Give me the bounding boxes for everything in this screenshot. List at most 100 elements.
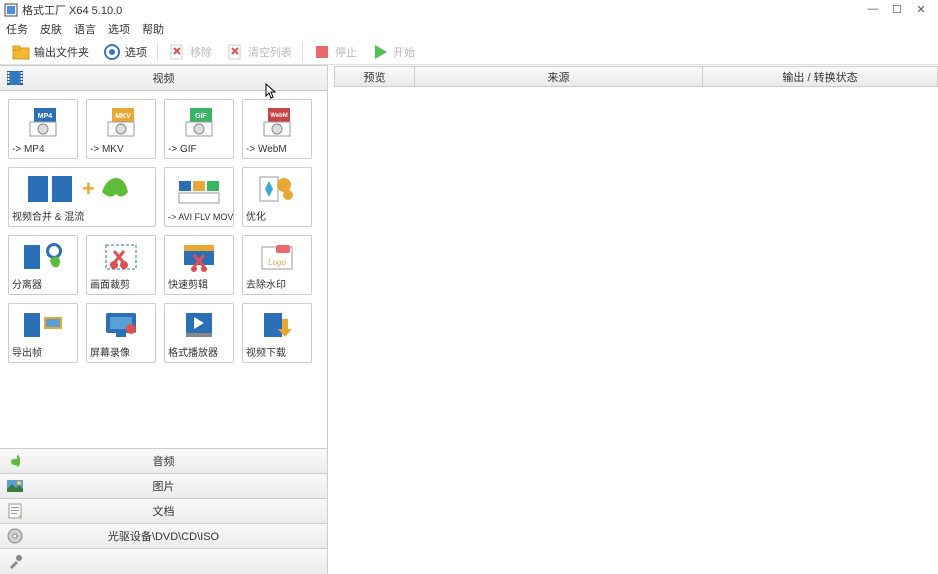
close-button[interactable]: ✕: [914, 3, 928, 16]
task-list[interactable]: [334, 87, 938, 574]
accordion-video-label: 视频: [153, 70, 175, 86]
video-download-label: 视频下载: [246, 342, 286, 359]
format-player-icon: [168, 307, 230, 342]
mp4-label: -> MP4: [12, 142, 45, 155]
start-button[interactable]: 开始: [365, 41, 421, 63]
splitter-label: 分离器: [12, 274, 42, 291]
accordion-more[interactable]: [0, 548, 327, 574]
video-icon: [6, 69, 24, 87]
item-mkv[interactable]: MKV -> MKV: [86, 99, 156, 159]
crop-label: 画面裁剪: [90, 274, 130, 291]
list-header: 预览 来源 输出 / 转换状态: [334, 66, 938, 87]
accordion-video[interactable]: 视频: [0, 65, 327, 91]
item-crop[interactable]: 画面裁剪: [86, 235, 156, 295]
disc-icon: [6, 527, 24, 545]
tools-icon: [6, 553, 24, 571]
item-splitter[interactable]: 分离器: [8, 235, 78, 295]
export-frame-label: 导出帧: [12, 342, 42, 359]
item-mp4[interactable]: MP4 -> MP4: [8, 99, 78, 159]
col-source[interactable]: 来源: [415, 67, 703, 86]
stop-icon: [313, 43, 331, 61]
item-gif[interactable]: GIF -> GIF: [164, 99, 234, 159]
options-button[interactable]: 选项: [97, 41, 153, 63]
svg-text:+: +: [82, 176, 95, 201]
menu-skin[interactable]: 皮肤: [40, 21, 62, 37]
screen-record-label: 屏幕录像: [90, 342, 130, 359]
optimize-label: 优化: [246, 206, 266, 223]
export-frame-icon: [12, 307, 74, 342]
remove-watermark-label: 去除水印: [246, 274, 286, 291]
menu-help[interactable]: 帮助: [142, 21, 164, 37]
fast-clip-label: 快速剪辑: [168, 274, 208, 291]
svg-text:GIF: GIF: [195, 113, 207, 120]
item-video-download[interactable]: 视频下载: [242, 303, 312, 363]
crop-icon: [90, 239, 152, 274]
splitter-icon: [12, 239, 74, 274]
mp4-icon: MP4: [12, 103, 74, 142]
toolbar-separator: [302, 42, 303, 62]
screen-record-icon: [90, 307, 152, 342]
menu-options[interactable]: 选项: [108, 21, 130, 37]
video-grid: MP4 -> MP4 MKV -> MKV GIF -> GIF WebM ->…: [0, 91, 327, 449]
join-mux-label: 视频合并 & 混流: [12, 206, 84, 223]
col-preview[interactable]: 预览: [335, 67, 415, 86]
options-label: 选项: [125, 44, 147, 60]
svg-text:MP4: MP4: [38, 113, 53, 120]
item-format-player[interactable]: 格式播放器: [164, 303, 234, 363]
toolbar: 输出文件夹 选项 移除 清空列表 停止 开始: [0, 39, 938, 65]
accordion-document[interactable]: 文档: [0, 498, 327, 524]
window-title: 格式工厂 X64 5.10.0: [22, 2, 122, 18]
main-area: 视频 MP4 -> MP4 MKV -> MKV GIF -> GIF WebM…: [0, 65, 938, 574]
mkv-icon: MKV: [90, 103, 152, 142]
svg-text:MKV: MKV: [115, 113, 131, 120]
remove-watermark-icon: Logo: [246, 239, 308, 274]
svg-text:WebM: WebM: [270, 113, 288, 119]
video-download-icon: [246, 307, 308, 342]
right-panel: 预览 来源 输出 / 转换状态: [328, 65, 938, 574]
item-avi-flv-mov[interactable]: -> AVI FLV MOV Etc...: [164, 167, 234, 227]
output-folder-button[interactable]: 输出文件夹: [6, 41, 95, 63]
gif-label: -> GIF: [168, 142, 197, 155]
gif-icon: GIF: [168, 103, 230, 142]
item-screen-record[interactable]: 屏幕录像: [86, 303, 156, 363]
audio-icon: [6, 452, 24, 470]
accordion-audio[interactable]: 音频: [0, 448, 327, 474]
accordion-document-label: 文档: [153, 503, 175, 519]
item-optimize[interactable]: 优化: [242, 167, 312, 227]
document-icon: [6, 502, 24, 520]
menubar: 任务 皮肤 语言 选项 帮助: [0, 19, 938, 39]
accordion-picture[interactable]: 图片: [0, 473, 327, 499]
left-panel: 视频 MP4 -> MP4 MKV -> MKV GIF -> GIF WebM…: [0, 65, 328, 574]
app-icon: [4, 3, 18, 17]
clear-icon: [226, 43, 244, 61]
gear-icon: [103, 43, 121, 61]
webm-label: -> WebM: [246, 142, 287, 155]
menu-language[interactable]: 语言: [74, 21, 96, 37]
item-join-mux[interactable]: + 视频合并 & 混流: [8, 167, 156, 227]
start-label: 开始: [393, 44, 415, 60]
remove-button[interactable]: 移除: [162, 41, 218, 63]
menu-task[interactable]: 任务: [6, 21, 28, 37]
stop-button[interactable]: 停止: [307, 41, 363, 63]
join-mux-icon: +: [12, 171, 152, 206]
item-webm[interactable]: WebM -> WebM: [242, 99, 312, 159]
accordion-rom-label: 光驱设备\DVD\CD\ISO: [108, 528, 219, 544]
minimize-button[interactable]: —: [866, 3, 880, 16]
item-export-frame[interactable]: 导出帧: [8, 303, 78, 363]
accordion-audio-label: 音频: [153, 453, 175, 469]
webm-icon: WebM: [246, 103, 308, 142]
item-remove-watermark[interactable]: Logo 去除水印: [242, 235, 312, 295]
fast-clip-icon: [168, 239, 230, 274]
accordion-rom[interactable]: 光驱设备\DVD\CD\ISO: [0, 523, 327, 549]
accordion-picture-label: 图片: [153, 478, 175, 494]
toolbar-separator: [157, 42, 158, 62]
clear-list-label: 清空列表: [248, 44, 292, 60]
item-fast-clip[interactable]: 快速剪辑: [164, 235, 234, 295]
col-output-status[interactable]: 输出 / 转换状态: [703, 67, 937, 86]
folder-icon: [12, 43, 30, 61]
stop-label: 停止: [335, 44, 357, 60]
output-folder-label: 输出文件夹: [34, 44, 89, 60]
maximize-button[interactable]: ☐: [890, 3, 904, 16]
clear-list-button[interactable]: 清空列表: [220, 41, 298, 63]
avi-flv-mov-icon: [168, 171, 230, 211]
